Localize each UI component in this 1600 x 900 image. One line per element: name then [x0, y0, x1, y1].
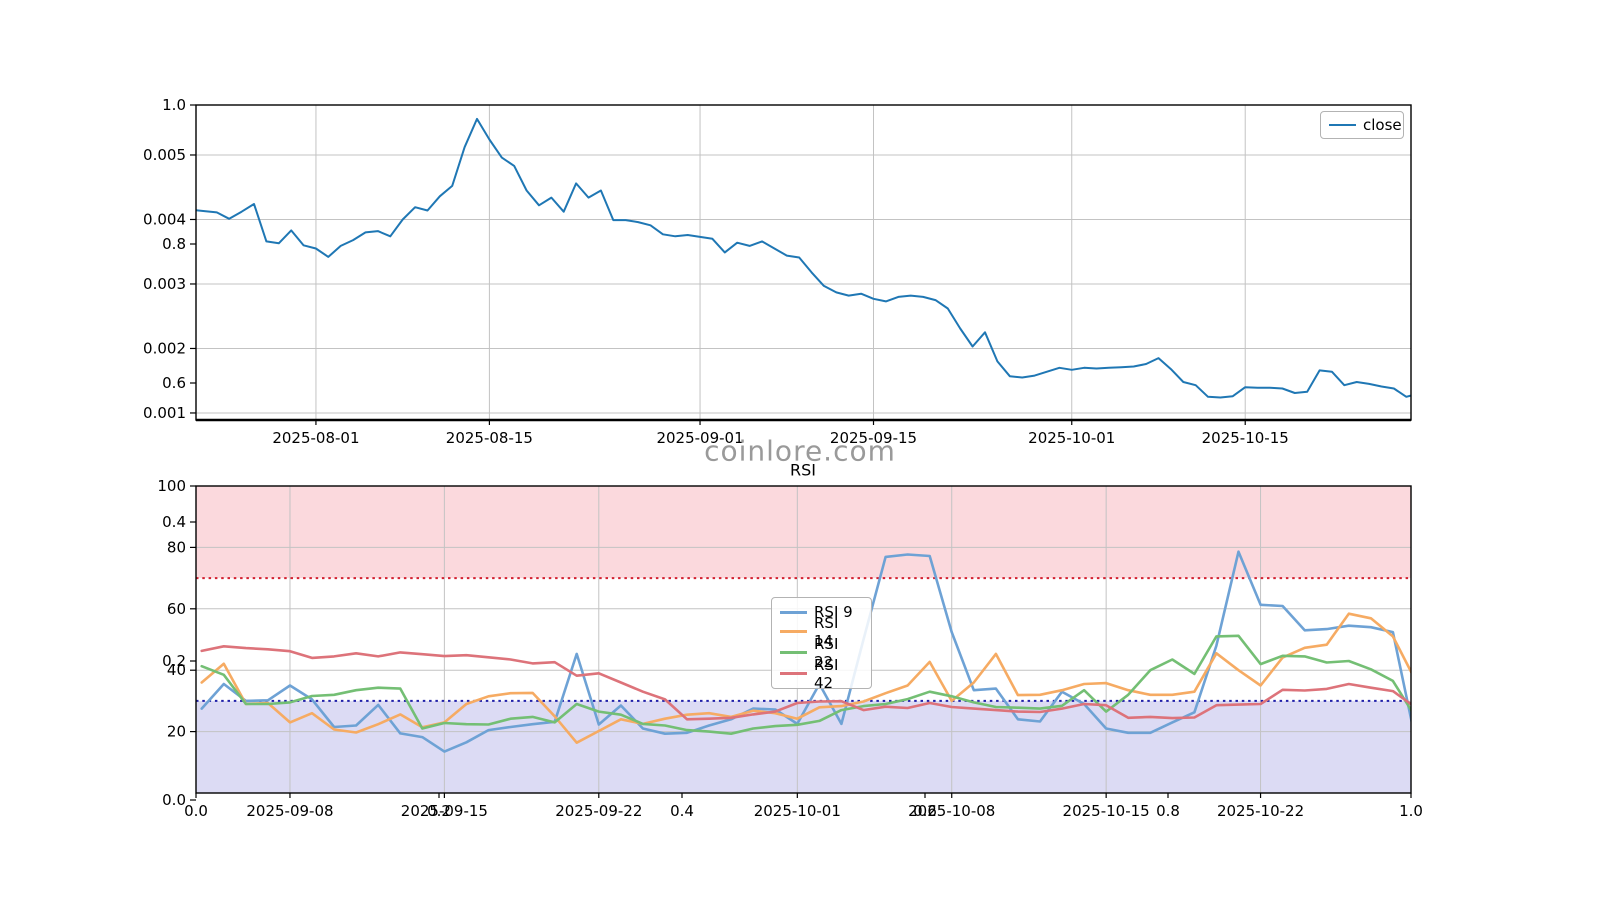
legend-entry-rsi-42: RSI 42 — [780, 656, 861, 692]
y-tick-label: 0.004 — [143, 210, 186, 228]
chart-figure: 2025-09-08 2025-09-15 2025-09-22 2025-10-01… — [0, 0, 1600, 900]
x-tick-label: 2025-09-08 — [246, 802, 333, 820]
x-tick-label: 2025-10-15 — [1202, 429, 1289, 447]
rsi-22-swatch — [780, 651, 807, 654]
y-tick-label: 80 — [167, 538, 186, 556]
overbought-band — [196, 486, 1411, 579]
figure-x-tick-label: 0.8 — [1156, 802, 1180, 820]
close-line-swatch — [1329, 124, 1356, 126]
figure-y-tick-label: 0.8 — [162, 235, 186, 253]
figure-y-tick-label: 0.0 — [162, 791, 186, 809]
x-tick-label: 2025-08-01 — [272, 429, 359, 447]
y-tick-label: 0.005 — [143, 146, 186, 164]
y-tick-label: 0.002 — [143, 339, 186, 357]
x-tick-label: 2025-10-22 — [1217, 802, 1304, 820]
figure-y-tick-label: 0.6 — [162, 374, 186, 392]
figure-x-tick-label: 0.2 — [427, 802, 451, 820]
rsi-legend: RSI 9 RSI 14 RSI 22 RSI 42 — [771, 597, 872, 692]
price-legend: close — [1320, 111, 1404, 139]
figure-y-tick-label: 1.0 — [162, 96, 186, 114]
y-tick-label: 20 — [167, 723, 186, 741]
y-tick-label: 60 — [167, 600, 186, 618]
y-tick-label: 100 — [157, 477, 186, 495]
price-panel: 2025-08-01 2025-08-15 2025-09-01 2025-09-15… — [143, 104, 1412, 447]
x-tick-label: 2025-08-15 — [446, 429, 533, 447]
x-tick-label: 2025-09-22 — [555, 802, 642, 820]
x-tick-label: 2025-10-15 — [1063, 802, 1150, 820]
figure-y-tick-label: 0.2 — [162, 652, 186, 670]
x-tick-label: 2025-10-01 — [754, 802, 841, 820]
figure-x-tick-label: 0.6 — [913, 802, 937, 820]
rsi-panel-title: RSI — [790, 460, 816, 480]
figure-x-tick-label: 0.0 — [184, 802, 208, 820]
rsi-legend-label: RSI 42 — [814, 655, 839, 692]
rsi-42-swatch — [780, 672, 807, 675]
rsi-9-swatch — [780, 610, 807, 614]
figure-y-tick-label: 0.4 — [162, 513, 186, 531]
close-line — [196, 117, 1411, 399]
rsi-14-swatch — [780, 630, 807, 633]
x-tick-label: 2025-10-01 — [1028, 429, 1115, 447]
legend-entry-close: close — [1329, 115, 1402, 136]
figure-x-tick-label: 1.0 — [1399, 802, 1423, 820]
y-tick-label: 0.001 — [143, 404, 186, 422]
figure-x-tick-label: 0.4 — [670, 802, 694, 820]
y-tick-label: 0.003 — [143, 275, 186, 293]
close-legend-label: close — [1363, 116, 1402, 134]
